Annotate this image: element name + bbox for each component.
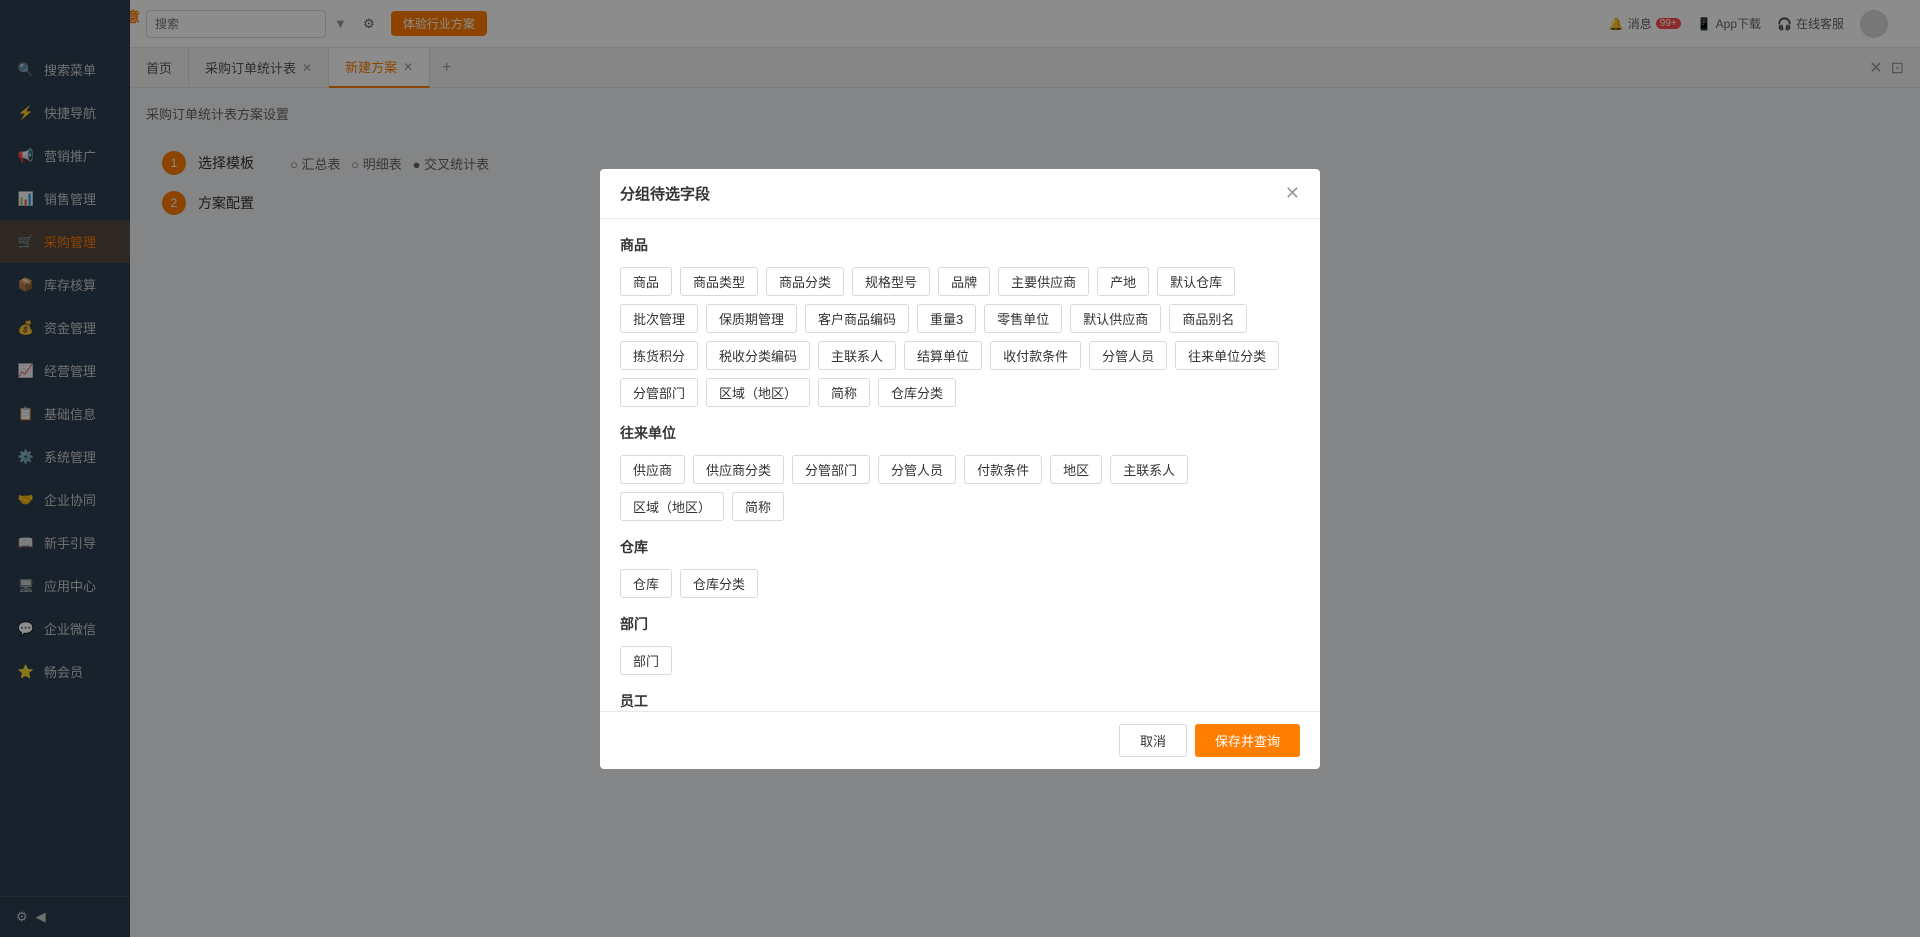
field-tag-0-3[interactable]: 规格型号 <box>852 267 930 296</box>
field-tag-0-4[interactable]: 品牌 <box>938 267 990 296</box>
field-tag-2-1[interactable]: 仓库分类 <box>680 569 758 598</box>
field-tag-1-4[interactable]: 付款条件 <box>964 455 1042 484</box>
field-tag-0-1[interactable]: 商品类型 <box>680 267 758 296</box>
field-tag-0-10[interactable]: 客户商品编码 <box>805 304 909 333</box>
field-tag-0-20[interactable]: 分管人员 <box>1089 341 1167 370</box>
field-tag-0-18[interactable]: 结算单位 <box>904 341 982 370</box>
section-title-4: 员工 <box>620 691 1300 711</box>
field-grid-3: 部门 <box>620 646 1300 675</box>
modal-footer: 取消 保存并查询 <box>600 711 1320 769</box>
cancel-button[interactable]: 取消 <box>1119 724 1187 757</box>
field-tag-3-0[interactable]: 部门 <box>620 646 672 675</box>
field-tag-0-16[interactable]: 税收分类编码 <box>706 341 810 370</box>
field-tag-0-7[interactable]: 默认仓库 <box>1157 267 1235 296</box>
field-tag-0-0[interactable]: 商品 <box>620 267 672 296</box>
field-tag-0-22[interactable]: 分管部门 <box>620 378 698 407</box>
field-tag-0-8[interactable]: 批次管理 <box>620 304 698 333</box>
field-grid-1: 供应商供应商分类分管部门分管人员付款条件地区主联系人区域（地区） 简称 <box>620 455 1300 521</box>
field-grid-2: 仓库仓库分类 <box>620 569 1300 598</box>
field-tag-0-15[interactable]: 拣货积分 <box>620 341 698 370</box>
field-tag-0-19[interactable]: 收付款条件 <box>990 341 1081 370</box>
field-tag-0-25[interactable]: 仓库分类 <box>878 378 956 407</box>
field-tag-0-23[interactable]: 区域（地区） <box>706 378 810 407</box>
save-query-button[interactable]: 保存并查询 <box>1195 724 1300 757</box>
field-tag-1-3[interactable]: 分管人员 <box>878 455 956 484</box>
modal-body[interactable]: 商品商品商品类型商品分类规格型号品牌主要供应商产地默认仓库批次管理保质期管理客户… <box>600 219 1320 711</box>
field-tag-0-21[interactable]: 往来单位分类 <box>1175 341 1279 370</box>
field-tag-2-0[interactable]: 仓库 <box>620 569 672 598</box>
section-title-2: 仓库 <box>620 537 1300 557</box>
field-tag-0-24[interactable]: 简称 <box>818 378 870 407</box>
field-grid-0: 商品商品类型商品分类规格型号品牌主要供应商产地默认仓库批次管理保质期管理客户商品… <box>620 267 1300 407</box>
modal-overlay: 分组待选字段 ✕ 商品商品商品类型商品分类规格型号品牌主要供应商产地默认仓库批次… <box>0 0 1920 937</box>
modal-header: 分组待选字段 ✕ <box>600 169 1320 219</box>
field-tag-0-14[interactable]: 商品别名 <box>1169 304 1247 333</box>
field-tag-1-0[interactable]: 供应商 <box>620 455 685 484</box>
modal-close-icon[interactable]: ✕ <box>1285 183 1300 204</box>
field-tag-0-2[interactable]: 商品分类 <box>766 267 844 296</box>
section-title-0: 商品 <box>620 235 1300 255</box>
field-tag-0-17[interactable]: 主联系人 <box>818 341 896 370</box>
field-tag-1-2[interactable]: 分管部门 <box>792 455 870 484</box>
field-tag-1-6[interactable]: 主联系人 <box>1110 455 1188 484</box>
field-tag-1-5[interactable]: 地区 <box>1050 455 1102 484</box>
field-tag-0-5[interactable]: 主要供应商 <box>998 267 1089 296</box>
modal-dialog: 分组待选字段 ✕ 商品商品商品类型商品分类规格型号品牌主要供应商产地默认仓库批次… <box>600 169 1320 769</box>
field-tag-0-13[interactable]: 默认供应商 <box>1070 304 1161 333</box>
section-title-1: 往来单位 <box>620 423 1300 443</box>
field-tag-0-9[interactable]: 保质期管理 <box>706 304 797 333</box>
field-tag-1-1[interactable]: 供应商分类 <box>693 455 784 484</box>
field-tag-0-12[interactable]: 零售单位 <box>984 304 1062 333</box>
field-tag-1-7[interactable]: 区域（地区） <box>620 492 724 521</box>
section-title-3: 部门 <box>620 614 1300 634</box>
modal-title: 分组待选字段 <box>620 183 710 204</box>
field-tag-0-6[interactable]: 产地 <box>1097 267 1149 296</box>
field-tag-0-11[interactable]: 重量3 <box>917 304 976 333</box>
field-tag-1-8[interactable]: 简称 <box>732 492 784 521</box>
